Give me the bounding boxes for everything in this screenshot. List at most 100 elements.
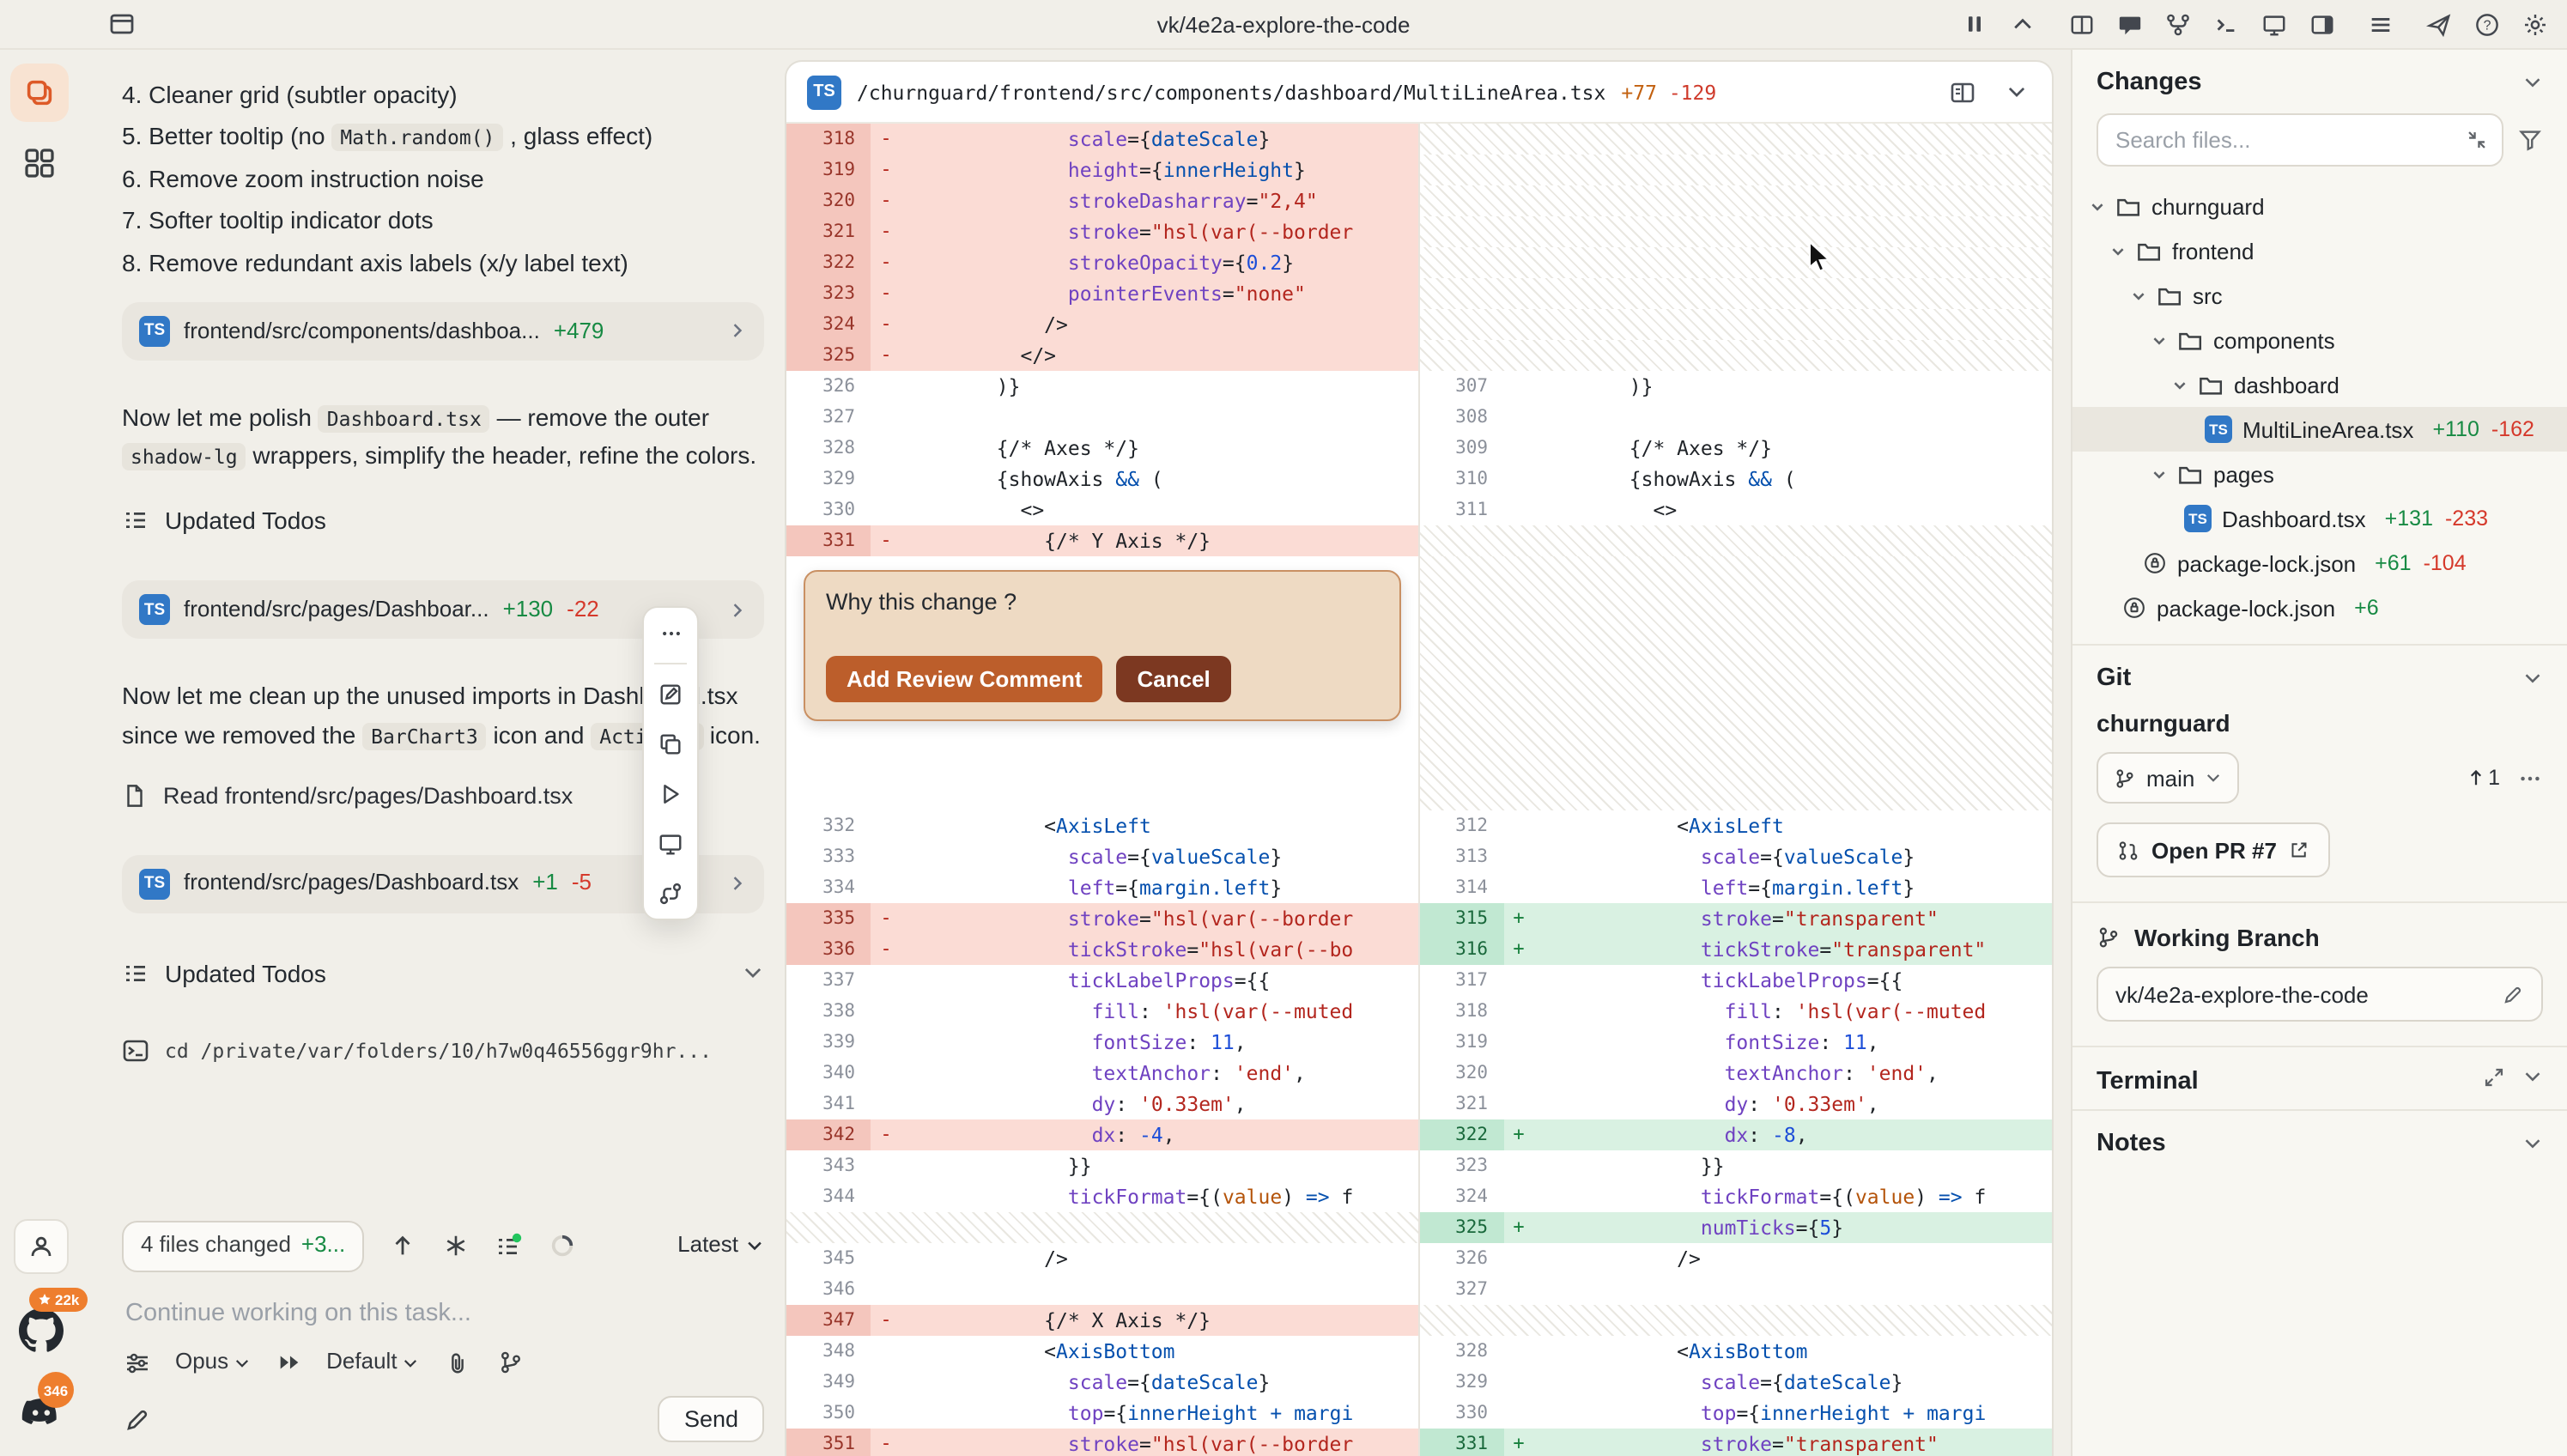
- line-number[interactable]: 313: [1419, 841, 1503, 872]
- todo-status-icon[interactable]: [493, 1231, 524, 1262]
- github-link[interactable]: 22k: [15, 1305, 67, 1356]
- line-number[interactable]: 333: [786, 841, 871, 872]
- workspaces-icon[interactable]: [10, 139, 69, 187]
- line-number[interactable]: 344: [786, 1181, 871, 1212]
- chevron-down-icon[interactable]: [2000, 76, 2031, 107]
- line-number[interactable]: 335: [786, 903, 871, 934]
- diff-row[interactable]: 333 scale={valueScale}313 scale={valueSc…: [786, 841, 2052, 872]
- tree-folder-components[interactable]: components: [2072, 318, 2567, 362]
- line-number[interactable]: 326: [786, 371, 871, 402]
- line-number[interactable]: 319: [786, 155, 871, 185]
- line-number[interactable]: 314: [1419, 872, 1503, 903]
- line-number[interactable]: 308: [1419, 402, 1503, 433]
- asterisk-icon[interactable]: [440, 1231, 470, 1262]
- diff-row[interactable]: 325+ numTicks={5}: [786, 1212, 2052, 1243]
- model-dropdown[interactable]: Opus: [175, 1344, 251, 1380]
- git-section-header[interactable]: Git: [2072, 646, 2567, 706]
- diff-row[interactable]: 326 )}307 )}: [786, 371, 2052, 402]
- diff-row[interactable]: 334 left={margin.left}314 left={margin.l…: [786, 872, 2052, 903]
- line-number[interactable]: 309: [1419, 433, 1503, 464]
- line-number[interactable]: 321: [1419, 1089, 1503, 1119]
- line-number[interactable]: 310: [1419, 464, 1503, 494]
- diff-row[interactable]: 339 fontSize: 11,319 fontSize: 11,: [786, 1027, 2052, 1058]
- line-number[interactable]: 321: [786, 216, 871, 247]
- line-number[interactable]: 317: [1419, 965, 1503, 996]
- diff-row[interactable]: 331- {/* Y Axis */}: [786, 525, 2052, 556]
- line-number[interactable]: 328: [786, 433, 871, 464]
- line-number[interactable]: 345: [786, 1243, 871, 1274]
- branch-selector[interactable]: main: [2097, 752, 2239, 804]
- message-input[interactable]: [122, 1298, 771, 1329]
- git-network-icon[interactable]: [2162, 9, 2193, 39]
- line-number[interactable]: 328: [1419, 1336, 1503, 1367]
- expand-icon[interactable]: [2483, 1066, 2505, 1095]
- line-number[interactable]: 330: [1419, 1398, 1503, 1429]
- split-columns-icon[interactable]: [2066, 9, 2097, 39]
- compose-pen-icon[interactable]: [122, 1404, 153, 1435]
- diff-row[interactable]: 345 />326 />: [786, 1243, 2052, 1274]
- line-number[interactable]: 338: [786, 996, 871, 1027]
- tree-folder-churnguard[interactable]: churnguard: [2072, 184, 2567, 228]
- diff-row[interactable]: 348 <AxisBottom328 <AxisBottom: [786, 1336, 2052, 1367]
- play-icon[interactable]: [655, 778, 686, 809]
- tree-file-package-lock.json[interactable]: package-lock.json+6: [2072, 585, 2567, 630]
- diff-row[interactable]: 320- strokeDasharray="2,4": [786, 185, 2052, 216]
- line-number[interactable]: 324: [1419, 1181, 1503, 1212]
- open-pr-button[interactable]: Open PR #7: [2097, 822, 2330, 877]
- tree-folder-pages[interactable]: pages: [2072, 452, 2567, 496]
- file-diff-chip[interactable]: TS frontend/src/components/dashboa... +4…: [122, 302, 764, 361]
- diff-row[interactable]: 323- pointerEvents="none": [786, 278, 2052, 309]
- diff-row[interactable]: 351- stroke="hsl(var(--border331+ stroke…: [786, 1429, 2052, 1456]
- diff-row[interactable]: 344 tickFormat={(value) => f324 tickForm…: [786, 1181, 2052, 1212]
- line-number[interactable]: 349: [786, 1367, 871, 1398]
- line-number[interactable]: 325: [1419, 1212, 1503, 1243]
- diff-row[interactable]: 332 <AxisLeft312 <AxisLeft: [786, 810, 2052, 841]
- diff-row[interactable]: 338 fill: 'hsl(var(--muted318 fill: 'hsl…: [786, 996, 2052, 1027]
- line-number[interactable]: 316: [1419, 934, 1503, 965]
- menu-icon[interactable]: [2364, 9, 2395, 39]
- line-number[interactable]: 323: [1419, 1150, 1503, 1181]
- line-number[interactable]: 337: [786, 965, 871, 996]
- line-number[interactable]: 346: [786, 1274, 871, 1305]
- line-number[interactable]: 325: [786, 340, 871, 371]
- files-changed-chip[interactable]: 4 files changed +3...: [122, 1221, 364, 1272]
- diff-row[interactable]: 319- height={innerHeight}: [786, 155, 2052, 185]
- line-number[interactable]: 350: [786, 1398, 871, 1429]
- line-number[interactable]: 331: [786, 525, 871, 556]
- diff-row[interactable]: 341 dy: '0.33em',321 dy: '0.33em',: [786, 1089, 2052, 1119]
- file-search-box[interactable]: [2097, 113, 2503, 167]
- line-number[interactable]: 351: [786, 1429, 871, 1456]
- line-number[interactable]: 327: [1419, 1274, 1503, 1305]
- tree-file-Dashboard.tsx[interactable]: TSDashboard.tsx+131-233: [2072, 496, 2567, 541]
- help-icon[interactable]: ?: [2471, 9, 2502, 39]
- discord-link[interactable]: 346: [15, 1387, 67, 1439]
- git-branch-icon[interactable]: [495, 1347, 526, 1378]
- monitor-icon[interactable]: [655, 828, 686, 858]
- diff-row[interactable]: 342- dx: -4,322+ dx: -8,: [786, 1119, 2052, 1150]
- line-number[interactable]: 322: [786, 247, 871, 278]
- diff-row[interactable]: 349 scale={dateScale}329 scale={dateScal…: [786, 1367, 2052, 1398]
- line-number[interactable]: 341: [786, 1089, 871, 1119]
- pause-icon[interactable]: [1959, 9, 1990, 39]
- diff-row[interactable]: 327308: [786, 402, 2052, 433]
- line-number[interactable]: 343: [786, 1150, 871, 1181]
- scroll-to-top-icon[interactable]: [386, 1231, 417, 1262]
- updated-todos-row[interactable]: Updated Todos: [122, 954, 764, 992]
- line-number[interactable]: 320: [1419, 1058, 1503, 1089]
- tree-file-MultiLineArea.tsx[interactable]: TSMultiLineArea.tsx+110-162: [2072, 407, 2567, 452]
- line-number[interactable]: 322: [1419, 1119, 1503, 1150]
- share-icon[interactable]: [2423, 9, 2454, 39]
- line-number[interactable]: 320: [786, 185, 871, 216]
- line-number[interactable]: 334: [786, 872, 871, 903]
- line-number[interactable]: 318: [786, 124, 871, 155]
- copy-icon[interactable]: [655, 728, 686, 759]
- diff-row[interactable]: 328 {/* Axes */}309 {/* Axes */}: [786, 433, 2052, 464]
- latest-dropdown[interactable]: Latest: [677, 1228, 764, 1265]
- mode-dropdown[interactable]: Default: [326, 1344, 419, 1380]
- diff-row[interactable]: 336- tickStroke="hsl(var(--bo316+ tickSt…: [786, 934, 2052, 965]
- edit-pencil-icon[interactable]: [2502, 983, 2524, 1005]
- send-button[interactable]: Send: [658, 1396, 764, 1442]
- diff-row[interactable]: 335- stroke="hsl(var(--border315+ stroke…: [786, 903, 2052, 934]
- diff-view-toggle-icon[interactable]: [1947, 76, 1978, 107]
- attach-icon[interactable]: [442, 1347, 473, 1378]
